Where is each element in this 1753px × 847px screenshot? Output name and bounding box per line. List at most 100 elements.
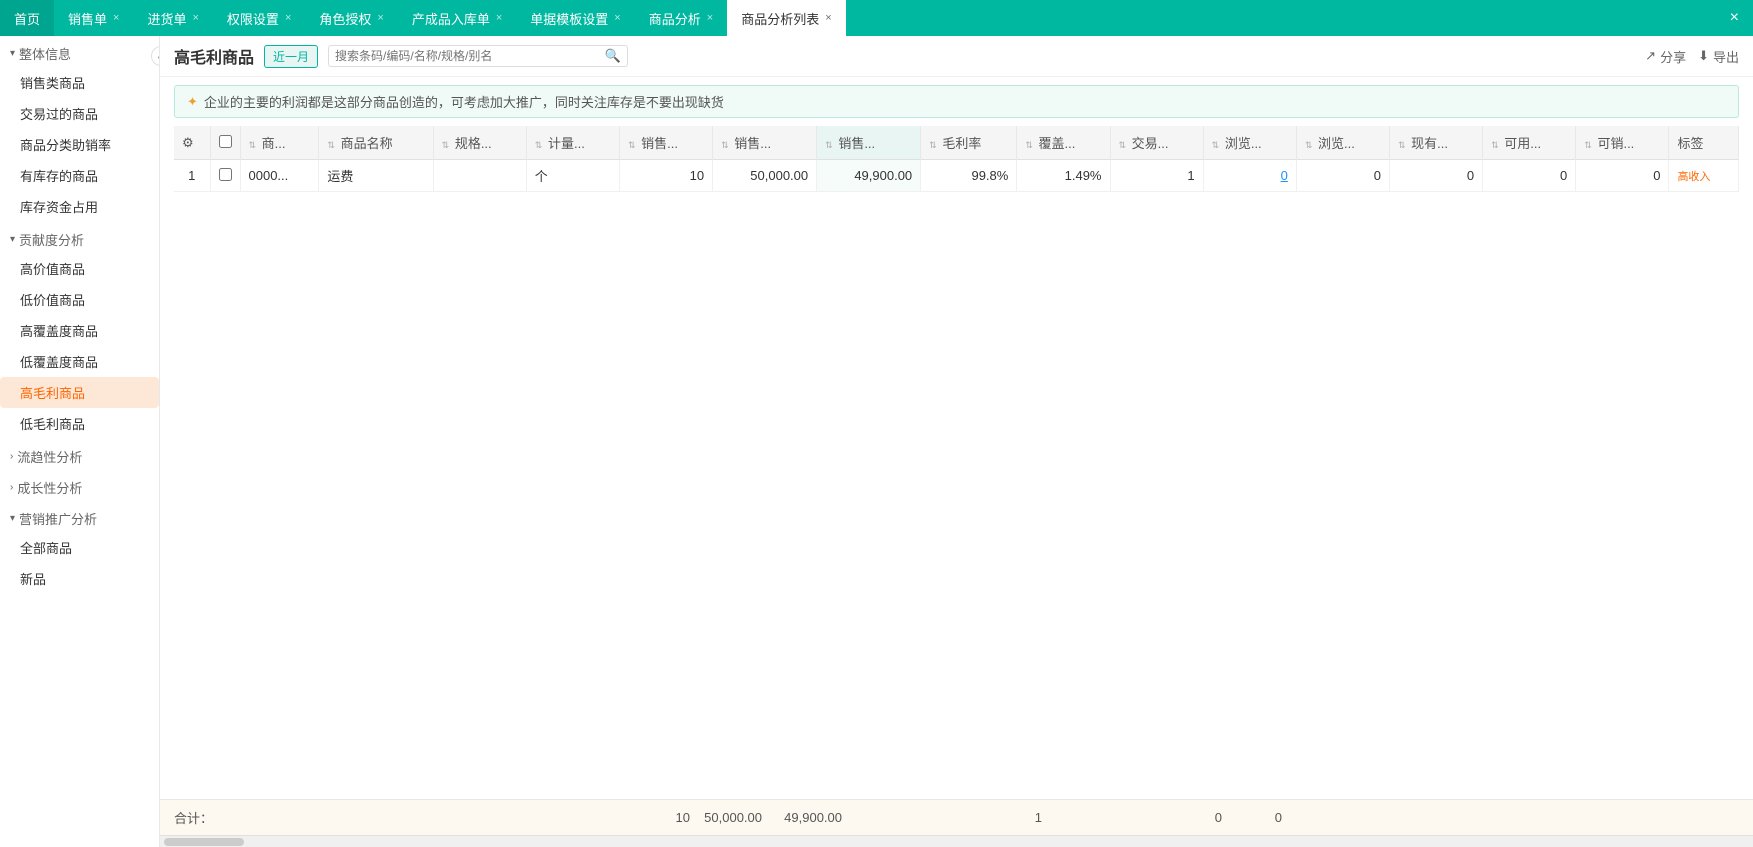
nav-sales-close[interactable]: × <box>113 12 119 24</box>
sort-icon-code: ⇅ <box>249 140 257 150</box>
nav-template-close[interactable]: × <box>614 12 620 24</box>
search-icon[interactable]: 🔍 <box>605 48 621 64</box>
nav-product-in-close[interactable]: × <box>496 12 502 24</box>
cell-sales2: 50,000.00 <box>713 160 817 192</box>
col-settings[interactable]: ⚙ <box>174 126 210 160</box>
share-button[interactable]: ↗ 分享 <box>1645 47 1686 66</box>
nav-home[interactable]: 首页 <box>0 0 54 36</box>
nav-analysis-list-label: 商品分析列表 <box>741 9 819 28</box>
col-transaction[interactable]: ⇅ 交易... <box>1110 126 1203 160</box>
section-contribution-label: 贡献度分析 <box>19 230 84 249</box>
info-banner-text: 企业的主要的利润都是这部分商品创造的，可考虑加大推广，同时关注库存是不要出现缺货 <box>204 92 724 111</box>
select-all-checkbox[interactable] <box>219 135 232 148</box>
col-sales3[interactable]: ⇅ 销售... <box>817 126 921 160</box>
cell-checkbox[interactable] <box>210 160 240 192</box>
col-spec[interactable]: ⇅ 规格... <box>433 126 526 160</box>
sidebar-item-high-value[interactable]: 高价值商品 <box>0 253 159 284</box>
search-box[interactable]: 🔍 <box>328 45 628 67</box>
sidebar-item-in-stock[interactable]: 有库存的商品 <box>0 160 159 191</box>
nav-permissions-close[interactable]: × <box>285 12 291 24</box>
nav-permissions[interactable]: 权限设置 × <box>213 0 305 36</box>
sidebar-item-all-goods[interactable]: 全部商品 <box>0 532 159 563</box>
cell-sales1: 10 <box>619 160 712 192</box>
sort-icon-name: ⇅ <box>327 140 335 150</box>
sidebar-item-new-goods[interactable]: 新品 <box>0 563 159 594</box>
close-window-button[interactable]: × <box>1716 0 1753 36</box>
col-code[interactable]: ⇅ 商... <box>240 126 319 160</box>
nav-template[interactable]: 单据模板设置 × <box>516 0 634 36</box>
col-tag[interactable]: 标签 <box>1669 126 1739 160</box>
col-checkbox[interactable] <box>210 126 240 160</box>
nav-product-analysis[interactable]: 商品分析 × <box>635 0 727 36</box>
nav-home-label: 首页 <box>14 9 40 28</box>
horizontal-scrollbar[interactable] <box>160 835 1753 847</box>
sort-icon-coverage: ⇅ <box>1025 140 1033 150</box>
col-sales1[interactable]: ⇅ 销售... <box>619 126 712 160</box>
section-growth-arrow: › <box>10 482 13 493</box>
col-browse2[interactable]: ⇅ 浏览... <box>1296 126 1389 160</box>
nav-template-label: 单据模板设置 <box>530 9 608 28</box>
nav-product-in[interactable]: 产成品入库单 × <box>398 0 516 36</box>
page-title: 高毛利商品 <box>174 44 254 68</box>
content-area: 高毛利商品 近一月 🔍 ↗ 分享 ⬇ 导出 ✦ 企业的主要的利润都是这部分商品创… <box>160 36 1753 847</box>
sidebar-item-category-rate[interactable]: 商品分类助销率 <box>0 129 159 160</box>
nav-analysis-list-close[interactable]: × <box>825 12 831 24</box>
nav-product-analysis-close[interactable]: × <box>707 12 713 24</box>
nav-sales[interactable]: 销售单 × <box>54 0 133 36</box>
sidebar-item-sales-goods[interactable]: 销售类商品 <box>0 67 159 98</box>
nav-roles[interactable]: 角色授权 × <box>305 0 397 36</box>
cell-stock3: 0 <box>1576 160 1669 192</box>
sort-icon-sales1: ⇅ <box>628 140 636 150</box>
cell-browse1[interactable]: 0 <box>1203 160 1296 192</box>
sidebar-item-low-value[interactable]: 低价值商品 <box>0 284 159 315</box>
col-sales2[interactable]: ⇅ 销售... <box>713 126 817 160</box>
table-container: ⚙ ⇅ 商... ⇅ 商品名称 <box>174 126 1739 799</box>
nav-roles-close[interactable]: × <box>377 12 383 24</box>
sidebar-section-general[interactable]: ▾ 整体信息 <box>0 36 159 67</box>
col-gross-rate[interactable]: ⇅ 毛利率 <box>921 126 1017 160</box>
row-checkbox[interactable] <box>219 168 232 181</box>
sort-icon-sales3: ⇅ <box>825 140 833 150</box>
share-label: 分享 <box>1660 47 1686 66</box>
sort-icon-sales2: ⇅ <box>721 140 729 150</box>
nav-product-analysis-label: 商品分析 <box>649 9 701 28</box>
sidebar-section-marketing[interactable]: ▾ 营销推广分析 <box>0 501 159 532</box>
footer-transaction: 1 <box>990 810 1050 825</box>
sidebar-section-contribution[interactable]: ▾ 贡献度分析 <box>0 222 159 253</box>
sidebar-item-high-coverage[interactable]: 高覆盖度商品 <box>0 315 159 346</box>
col-unit[interactable]: ⇅ 计量... <box>526 126 619 160</box>
footer-total: 合计： 10 50,000.00 49,900.00 1 0 0 <box>160 799 1753 835</box>
content-header: 高毛利商品 近一月 🔍 ↗ 分享 ⬇ 导出 <box>160 36 1753 77</box>
footer-sales3: 49,900.00 <box>770 810 850 825</box>
sidebar-section-growth[interactable]: › 成长性分析 <box>0 470 159 501</box>
data-table: ⚙ ⇅ 商... ⇅ 商品名称 <box>174 126 1739 192</box>
sidebar-item-high-margin[interactable]: 高毛利商品 <box>0 377 159 408</box>
nav-purchase[interactable]: 进货单 × <box>133 0 212 36</box>
nav-purchase-close[interactable]: × <box>192 12 198 24</box>
filter-date-button[interactable]: 近一月 <box>264 45 318 68</box>
section-marketing-arrow: ▾ <box>10 513 15 524</box>
scrollbar-thumb[interactable] <box>164 838 244 846</box>
settings-icon[interactable]: ⚙ <box>182 135 194 150</box>
col-browse1[interactable]: ⇅ 浏览... <box>1203 126 1296 160</box>
cell-stock1: 0 <box>1389 160 1482 192</box>
section-general-label: 整体信息 <box>19 44 71 63</box>
export-icon: ⬇ <box>1698 48 1709 64</box>
export-button[interactable]: ⬇ 导出 <box>1698 47 1739 66</box>
col-coverage[interactable]: ⇅ 覆盖... <box>1017 126 1110 160</box>
cell-stock2: 0 <box>1483 160 1576 192</box>
sidebar-item-low-margin[interactable]: 低毛利商品 <box>0 408 159 439</box>
col-stock2[interactable]: ⇅ 可用... <box>1483 126 1576 160</box>
sidebar-item-traded-goods[interactable]: 交易过的商品 <box>0 98 159 129</box>
nav-analysis-list[interactable]: 商品分析列表 × <box>727 0 845 36</box>
col-name[interactable]: ⇅ 商品名称 <box>319 126 433 160</box>
sidebar-section-trend[interactable]: › 流趋性分析 <box>0 439 159 470</box>
search-input[interactable] <box>335 49 605 63</box>
share-icon: ↗ <box>1645 48 1656 64</box>
tag-badge: 高收入 <box>1677 171 1710 183</box>
col-stock3[interactable]: ⇅ 可销... <box>1576 126 1669 160</box>
sidebar-item-stock-capital[interactable]: 库存资金占用 <box>0 191 159 222</box>
sidebar-item-low-coverage[interactable]: 低覆盖度商品 <box>0 346 159 377</box>
col-stock1[interactable]: ⇅ 现有... <box>1389 126 1482 160</box>
section-general-arrow: ▾ <box>10 48 15 59</box>
